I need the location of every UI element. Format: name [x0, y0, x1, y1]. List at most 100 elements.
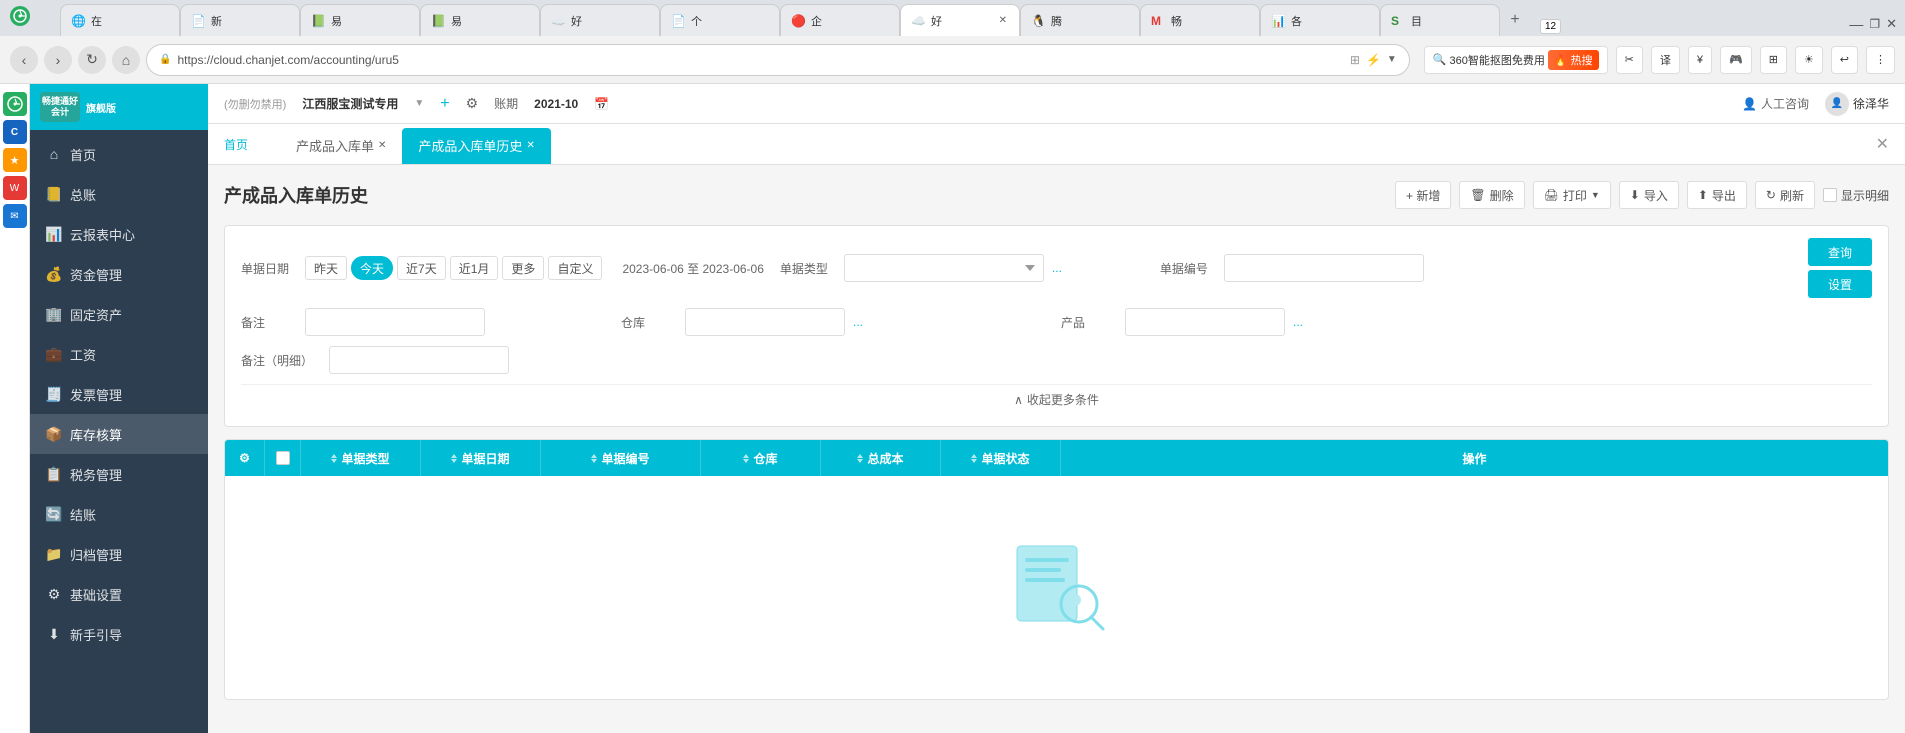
sidebar-item-home[interactable]: ⌂ 首页: [30, 134, 208, 174]
tab-list[interactable]: 产成品入库单 ✕: [280, 128, 402, 164]
warehouse-input[interactable]: [685, 308, 845, 336]
filter-settings-button[interactable]: 设置: [1808, 270, 1872, 298]
th-number[interactable]: 单据编号: [541, 440, 701, 476]
back-button[interactable]: ‹: [10, 46, 38, 74]
warehouse-dots[interactable]: ...: [849, 315, 867, 329]
collapse-button[interactable]: ∧ 收起更多条件: [241, 384, 1872, 414]
calendar-icon[interactable]: 📅: [594, 97, 609, 111]
sidebar-item-invoice[interactable]: 🧾 发票管理: [30, 374, 208, 414]
product-dots[interactable]: ...: [1289, 315, 1307, 329]
tab-history[interactable]: 产成品入库单历史 ✕: [402, 128, 550, 164]
game-btn[interactable]: 🎮: [1720, 46, 1752, 74]
forward-button[interactable]: ›: [44, 46, 72, 74]
apps-btn[interactable]: ⊞: [1760, 46, 1787, 74]
tab-6[interactable]: 📄 个: [660, 4, 780, 36]
icon-sidebar-blue[interactable]: C: [3, 120, 27, 144]
tab-10[interactable]: M 畅: [1140, 4, 1260, 36]
company-settings-icon[interactable]: ⚙: [466, 95, 479, 112]
th-warehouse[interactable]: 仓库: [701, 440, 821, 476]
theme-btn[interactable]: ☀: [1795, 46, 1823, 74]
product-input[interactable]: [1125, 308, 1285, 336]
company-dropdown-icon[interactable]: ▼: [414, 98, 424, 109]
close-panel-button[interactable]: ✕: [1860, 134, 1905, 154]
tab-list-close[interactable]: ✕: [378, 140, 386, 151]
yuan-btn[interactable]: ¥: [1688, 46, 1712, 74]
sidebar-item-tax[interactable]: 📋 税务管理: [30, 454, 208, 494]
sidebar-item-settings[interactable]: ⚙ 基础设置: [30, 574, 208, 614]
sidebar-label-cloud-report: 云报表中心: [70, 225, 135, 244]
sort-status-up-icon: [971, 454, 977, 458]
export-button[interactable]: ⬆ 导出: [1687, 181, 1747, 209]
th-status[interactable]: 单据状态: [941, 440, 1061, 476]
translate-btn[interactable]: 译: [1651, 46, 1680, 74]
new-tab-button[interactable]: +: [1500, 4, 1530, 36]
import-button[interactable]: ⬇ 导入: [1619, 181, 1679, 209]
undo-btn[interactable]: ↩: [1831, 46, 1858, 74]
breadcrumb-home[interactable]: 首页: [224, 136, 248, 153]
detail-notes-input[interactable]: [329, 346, 509, 374]
header-checkbox[interactable]: [276, 451, 290, 465]
add-button[interactable]: + 新增: [1395, 181, 1451, 209]
sidebar-item-fixed-assets[interactable]: 🏢 固定资产: [30, 294, 208, 334]
sidebar-item-archive[interactable]: 📁 归档管理: [30, 534, 208, 574]
th-type[interactable]: 单据类型: [301, 440, 421, 476]
date-btn-today[interactable]: 今天: [351, 256, 393, 280]
display-checkbox[interactable]: [1823, 188, 1837, 202]
sidebar-item-settlement[interactable]: 🔄 结账: [30, 494, 208, 534]
close-button[interactable]: ✕: [1886, 16, 1897, 32]
query-button[interactable]: 查询: [1808, 238, 1872, 266]
date-btn-7days[interactable]: 近7天: [397, 256, 446, 280]
tab-7[interactable]: 🔴 企: [780, 4, 900, 36]
cut-btn[interactable]: ✂: [1616, 46, 1643, 74]
tab-12[interactable]: S 目: [1380, 4, 1500, 36]
restore-button[interactable]: ❐: [1869, 17, 1880, 31]
date-btn-1month[interactable]: 近1月: [450, 256, 499, 280]
tab-close-8[interactable]: ✕: [997, 13, 1009, 28]
warehouse-filter: ...: [685, 308, 885, 336]
tab-8[interactable]: ☁️ 好 ✕: [900, 4, 1020, 36]
tab-history-close[interactable]: ✕: [526, 140, 534, 151]
icon-sidebar-weibo[interactable]: W: [3, 176, 27, 200]
notes-input[interactable]: [305, 308, 485, 336]
sidebar-item-ledger[interactable]: 📒 总账: [30, 174, 208, 214]
th-cost[interactable]: 总成本: [821, 440, 941, 476]
tab-5[interactable]: ☁️ 好: [540, 4, 660, 36]
home-button[interactable]: ⌂: [112, 46, 140, 74]
refresh-button[interactable]: ↻: [78, 46, 106, 74]
print-button[interactable]: 🖨 打印 ▼: [1533, 181, 1611, 209]
hot-label[interactable]: 🔥 热搜: [1548, 50, 1599, 70]
service-icon: 👤: [1742, 97, 1757, 111]
tab-list-label: 产成品入库单: [296, 136, 374, 155]
icon-sidebar-green[interactable]: [3, 92, 27, 116]
address-input[interactable]: 🔒 https://cloud.chanjet.com/accounting/u…: [146, 44, 1410, 76]
more-btn[interactable]: ⋮: [1866, 46, 1895, 74]
tab-2[interactable]: 📄 新: [180, 4, 300, 36]
sidebar-item-cloud-report[interactable]: 📊 云报表中心: [30, 214, 208, 254]
sidebar-item-payroll[interactable]: 💼 工资: [30, 334, 208, 374]
th-check[interactable]: [265, 440, 301, 476]
type-dots[interactable]: ...: [1048, 261, 1066, 275]
minimize-button[interactable]: —: [1849, 16, 1863, 32]
search-box[interactable]: 🔍 360智能抠图免费用 🔥 热搜: [1424, 46, 1608, 74]
tab-4[interactable]: 📗 易: [420, 4, 540, 36]
number-input[interactable]: [1224, 254, 1424, 282]
user-service-button[interactable]: 👤 人工咨询: [1742, 95, 1809, 112]
tab-9[interactable]: 🐧 腾: [1020, 4, 1140, 36]
date-btn-custom[interactable]: 自定义: [548, 256, 602, 280]
tab-1[interactable]: 🌐 在: [60, 4, 180, 36]
icon-sidebar-mail[interactable]: ✉: [3, 204, 27, 228]
date-btn-yesterday[interactable]: 昨天: [305, 256, 347, 280]
sidebar-item-inventory[interactable]: 📦 库存核算: [30, 414, 208, 454]
delete-button[interactable]: 🗑 删除: [1459, 181, 1524, 209]
sidebar-item-fund[interactable]: 💰 资金管理: [30, 254, 208, 294]
date-btn-more[interactable]: 更多: [502, 256, 544, 280]
tab-3[interactable]: 📗 易: [300, 4, 420, 36]
tab-11[interactable]: 📊 各: [1260, 4, 1380, 36]
add-company-button[interactable]: +: [440, 95, 449, 113]
refresh-button[interactable]: ↻ 刷新: [1755, 181, 1815, 209]
type-select[interactable]: [844, 254, 1044, 282]
sidebar-item-more[interactable]: ⬇ 新手引导: [30, 614, 208, 654]
icon-sidebar-orange[interactable]: ★: [3, 148, 27, 172]
th-date[interactable]: 单据日期: [421, 440, 541, 476]
th-gear[interactable]: ⚙: [225, 440, 265, 476]
